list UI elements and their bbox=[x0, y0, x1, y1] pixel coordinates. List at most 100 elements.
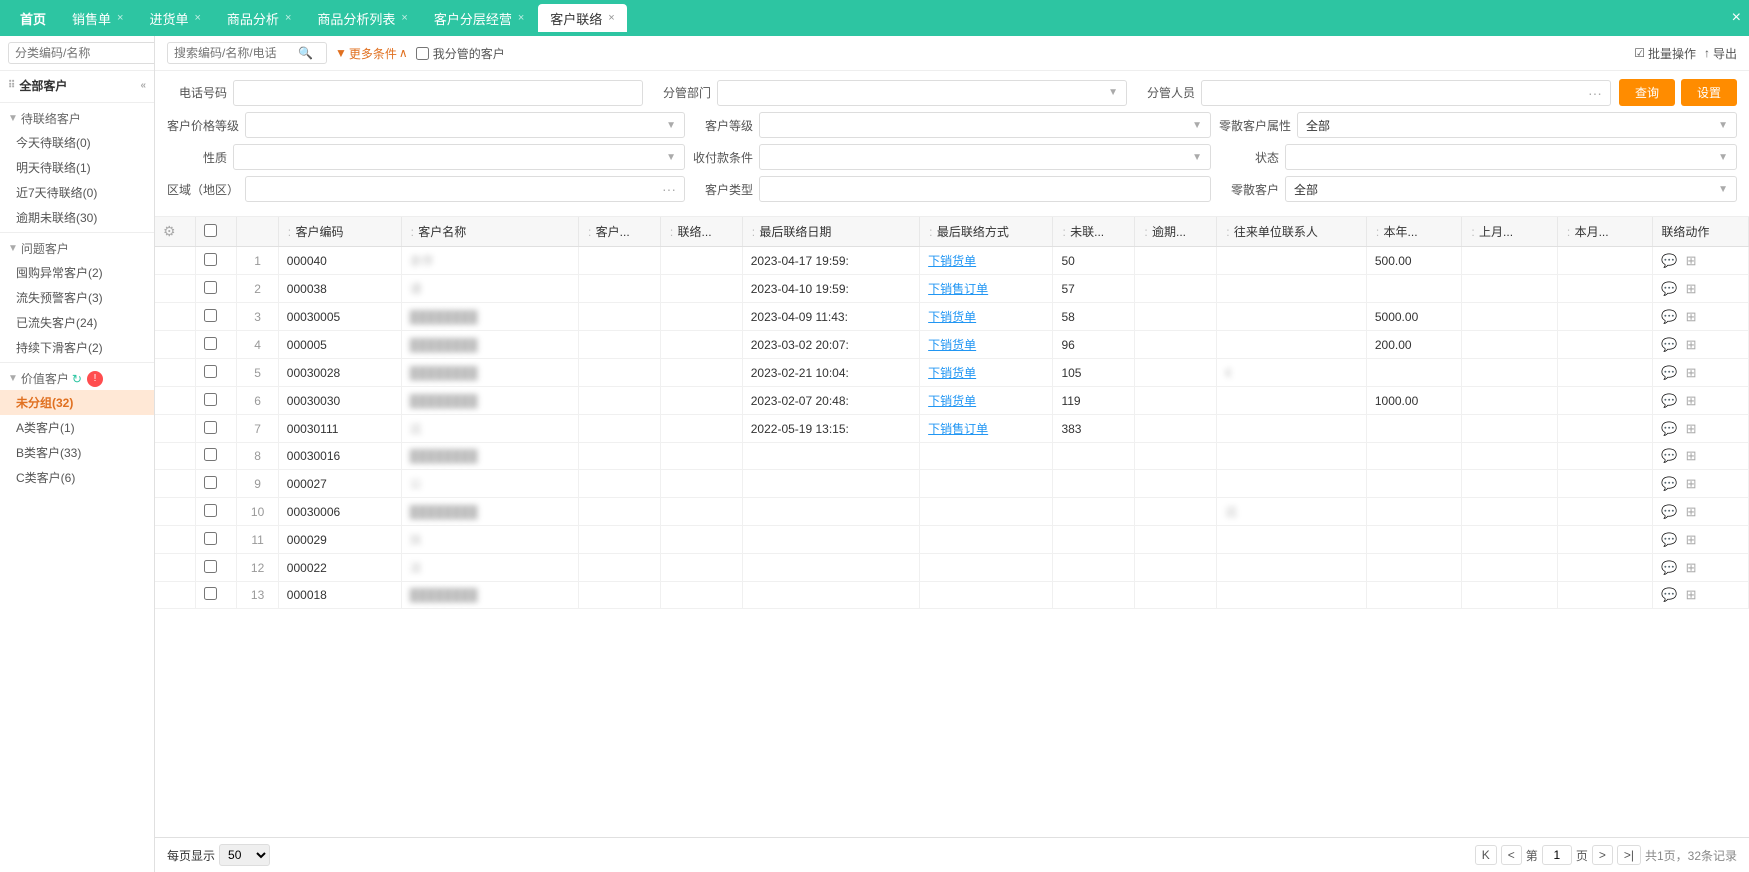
last-method-link[interactable]: 下销货单 bbox=[928, 254, 976, 268]
row-checkbox[interactable] bbox=[204, 365, 217, 378]
chat-icon[interactable]: 💬 bbox=[1661, 253, 1677, 269]
first-page-button[interactable]: K bbox=[1475, 845, 1497, 865]
group-pending-contact[interactable]: ▼ 待联络客户 bbox=[0, 105, 154, 130]
row-checkbox[interactable] bbox=[204, 421, 217, 434]
tab-analysis-list-close[interactable]: × bbox=[401, 12, 407, 24]
search-box[interactable]: 🔍 bbox=[167, 42, 327, 64]
cell-last-method[interactable]: 下销货单 bbox=[920, 387, 1053, 415]
settings-icon[interactable]: ⚙ bbox=[163, 223, 176, 239]
sidebar-item-today[interactable]: 今天待联络(0) bbox=[0, 130, 154, 155]
col-checkbox[interactable] bbox=[196, 217, 237, 247]
customer-level-select[interactable]: ▼ bbox=[759, 112, 1211, 138]
tab-purchase-close[interactable]: × bbox=[194, 12, 200, 24]
row-checkbox[interactable] bbox=[204, 532, 217, 545]
grid-action-icon[interactable]: ⊞ bbox=[1686, 421, 1697, 437]
sidebar-item-declining[interactable]: 持续下滑客户(2) bbox=[0, 335, 154, 360]
grid-action-icon[interactable]: ⊞ bbox=[1686, 253, 1697, 269]
tab-analysis[interactable]: 商品分析 × bbox=[215, 4, 303, 32]
cell-checkbox[interactable] bbox=[196, 331, 237, 359]
row-checkbox[interactable] bbox=[204, 337, 217, 350]
sidebar-item-class-c[interactable]: C类客户(6) bbox=[0, 465, 154, 490]
reset-button[interactable]: 设置 bbox=[1681, 79, 1737, 106]
tab-analysis-list[interactable]: 商品分析列表 × bbox=[305, 4, 419, 32]
dept-select[interactable]: ▼ bbox=[717, 80, 1127, 106]
row-checkbox[interactable] bbox=[204, 504, 217, 517]
col-company-contact[interactable]: : 往来单位联系人 bbox=[1217, 217, 1367, 247]
sidebar-item-hoarding[interactable]: 囤购异常客户(2) bbox=[0, 260, 154, 285]
cell-checkbox[interactable] bbox=[196, 387, 237, 415]
col-overdue[interactable]: : 逾期... bbox=[1135, 217, 1217, 247]
grid-action-icon[interactable]: ⊞ bbox=[1686, 504, 1697, 520]
region-input[interactable]: ··· bbox=[245, 176, 685, 202]
chat-icon[interactable]: 💬 bbox=[1661, 365, 1677, 381]
col-contact[interactable]: : 联络... bbox=[660, 217, 742, 247]
tab-sales[interactable]: 销售单 × bbox=[60, 4, 135, 32]
row-checkbox[interactable] bbox=[204, 281, 217, 294]
chat-icon[interactable]: 💬 bbox=[1661, 393, 1677, 409]
window-close-button[interactable]: × bbox=[1732, 9, 1741, 27]
chat-icon[interactable]: 💬 bbox=[1661, 337, 1677, 353]
nature-select[interactable]: ▼ bbox=[233, 144, 685, 170]
grid-action-icon[interactable]: ⊞ bbox=[1686, 532, 1697, 548]
tab-customer-contact-close[interactable]: × bbox=[608, 12, 614, 24]
sidebar-item-7days[interactable]: 近7天待联络(0) bbox=[0, 180, 154, 205]
grid-action-icon[interactable]: ⊞ bbox=[1686, 560, 1697, 576]
last-method-link[interactable]: 下销货单 bbox=[928, 394, 976, 408]
grid-action-icon[interactable]: ⊞ bbox=[1686, 587, 1697, 603]
chat-icon[interactable]: 💬 bbox=[1661, 281, 1677, 297]
cell-last-method[interactable]: 下销货单 bbox=[920, 331, 1053, 359]
select-all-checkbox[interactable] bbox=[204, 224, 217, 237]
sidebar-item-class-b[interactable]: B类客户(33) bbox=[0, 440, 154, 465]
cell-last-method[interactable]: 下销售订单 bbox=[920, 275, 1053, 303]
chat-icon[interactable]: 💬 bbox=[1661, 587, 1677, 603]
grid-action-icon[interactable]: ⊞ bbox=[1686, 393, 1697, 409]
chat-icon[interactable]: 💬 bbox=[1661, 476, 1677, 492]
grid-action-icon[interactable]: ⊞ bbox=[1686, 337, 1697, 353]
search-button[interactable]: 查询 bbox=[1619, 79, 1675, 106]
grid-action-icon[interactable]: ⊞ bbox=[1686, 476, 1697, 492]
cell-checkbox[interactable] bbox=[196, 498, 237, 526]
cell-last-method[interactable]: 下销货单 bbox=[920, 303, 1053, 331]
col-last-date[interactable]: : 最后联络日期 bbox=[742, 217, 919, 247]
chat-icon[interactable]: 💬 bbox=[1661, 532, 1677, 548]
last-method-link[interactable]: 下销货单 bbox=[928, 366, 976, 380]
col-this-year[interactable]: : 本年... bbox=[1366, 217, 1462, 247]
grid-action-icon[interactable]: ⊞ bbox=[1686, 309, 1697, 325]
phone-input[interactable] bbox=[233, 80, 643, 106]
tab-customer-mgr-close[interactable]: × bbox=[518, 12, 524, 24]
chat-icon[interactable]: 💬 bbox=[1661, 309, 1677, 325]
chat-icon[interactable]: 💬 bbox=[1661, 421, 1677, 437]
scatter-select[interactable]: 全部 ▼ bbox=[1285, 176, 1737, 202]
cell-checkbox[interactable] bbox=[196, 415, 237, 443]
my-customers-checkbox[interactable] bbox=[416, 47, 429, 60]
grid-action-icon[interactable]: ⊞ bbox=[1686, 281, 1697, 297]
sidebar-item-overdue[interactable]: 逾期未联络(30) bbox=[0, 205, 154, 230]
row-checkbox[interactable] bbox=[204, 253, 217, 266]
cell-checkbox[interactable] bbox=[196, 359, 237, 387]
price-level-select[interactable]: ▼ bbox=[245, 112, 685, 138]
sidebar-item-churn-warning[interactable]: 流失预警客户(3) bbox=[0, 285, 154, 310]
cell-checkbox[interactable] bbox=[196, 443, 237, 470]
more-conditions-button[interactable]: ▼ 更多条件 ∧ bbox=[335, 45, 408, 62]
grid-action-icon[interactable]: ⊞ bbox=[1686, 448, 1697, 464]
tab-analysis-close[interactable]: × bbox=[285, 12, 291, 24]
payment-select[interactable]: ▼ bbox=[759, 144, 1211, 170]
cell-checkbox[interactable] bbox=[196, 470, 237, 498]
cell-last-method[interactable]: 下销货单 bbox=[920, 359, 1053, 387]
last-method-link[interactable]: 下销货单 bbox=[928, 310, 976, 324]
cell-checkbox[interactable] bbox=[196, 275, 237, 303]
tab-purchase[interactable]: 进货单 × bbox=[137, 4, 212, 32]
tab-customer-mgr[interactable]: 客户分层经营 × bbox=[422, 4, 536, 32]
prev-page-button[interactable]: < bbox=[1501, 845, 1522, 865]
col-name[interactable]: : 客户名称 bbox=[401, 217, 578, 247]
sidebar-item-ungrouped[interactable]: 未分组(32) bbox=[0, 390, 154, 415]
chat-icon[interactable]: 💬 bbox=[1661, 448, 1677, 464]
chat-icon[interactable]: 💬 bbox=[1661, 560, 1677, 576]
col-this-month[interactable]: : 本月... bbox=[1557, 217, 1653, 247]
person-input[interactable]: ··· bbox=[1201, 80, 1611, 106]
page-number-input[interactable] bbox=[1542, 845, 1572, 865]
last-method-link[interactable]: 下销售订单 bbox=[928, 422, 988, 436]
row-checkbox[interactable] bbox=[204, 393, 217, 406]
cell-checkbox[interactable] bbox=[196, 582, 237, 609]
refresh-icon[interactable]: ↻ bbox=[72, 372, 82, 386]
